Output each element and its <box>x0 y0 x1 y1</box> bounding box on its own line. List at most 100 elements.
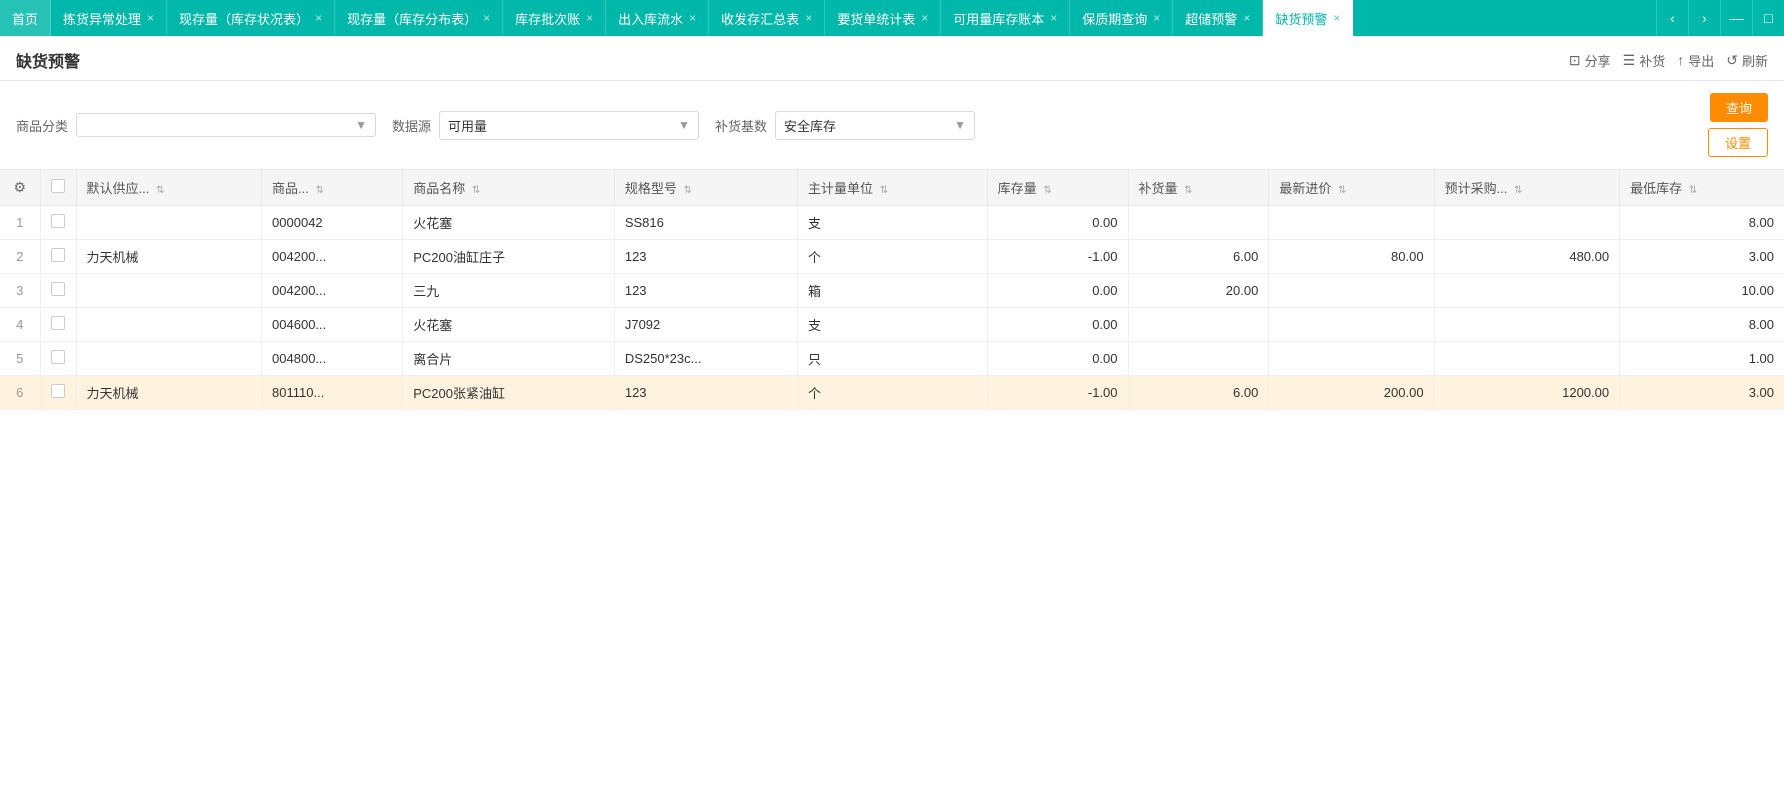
close-inout-flow-tab[interactable]: × <box>689 11 696 25</box>
table-wrapper: ⚙ 默认供应... ⇅ 商品... ⇅ 商品名称 ⇅ <box>0 170 1784 410</box>
row-checkbox-cell[interactable] <box>40 342 76 376</box>
row-index: 4 <box>0 308 40 342</box>
datasource-select-value: 可用量 <box>448 116 487 135</box>
table-row: 3 004200... 三九 123 箱 0.00 20.00 10.00 <box>0 274 1784 308</box>
close-order-stats-tab[interactable]: × <box>921 11 928 25</box>
column-stock[interactable]: 库存量 ⇅ <box>987 170 1128 206</box>
cell-stock: 0.00 <box>987 308 1128 342</box>
close-overstock-tab[interactable]: × <box>1243 11 1250 25</box>
tab-receive-summary[interactable]: 收发存汇总表 × <box>709 0 825 36</box>
share-button[interactable]: ⊡ 分享 <box>1569 51 1611 70</box>
tab-inventory-dist[interactable]: 现存量（库存分布表） × <box>335 0 503 36</box>
column-replenish[interactable]: 补货量 ⇅ <box>1128 170 1269 206</box>
cell-product-id: 004600... <box>262 308 403 342</box>
gear-icon: ⚙ <box>13 179 26 195</box>
row-checkbox-cell[interactable] <box>40 376 76 410</box>
minimize-button[interactable]: — <box>1720 0 1752 36</box>
row-index: 3 <box>0 274 40 308</box>
cell-unit: 箱 <box>798 274 988 308</box>
settings-button[interactable]: 设置 <box>1708 128 1768 157</box>
cell-min-stock: 3.00 <box>1620 240 1784 274</box>
main-content: 缺货预警 ⊡ 分享 ☰ 补货 ↑ 导出 ↺ 刷新 商品分类 <box>0 36 1784 796</box>
cell-unit: 个 <box>798 376 988 410</box>
tab-available-ledger[interactable]: 可用量库存账本 × <box>941 0 1070 36</box>
prev-tab-button[interactable]: ‹ <box>1656 0 1688 36</box>
column-latest-price[interactable]: 最新进价 ⇅ <box>1269 170 1434 206</box>
row-checkbox-cell[interactable] <box>40 206 76 240</box>
query-button[interactable]: 查询 <box>1710 93 1768 122</box>
close-receive-summary-tab[interactable]: × <box>805 11 812 25</box>
cell-supplier <box>76 342 262 376</box>
tab-shortage[interactable]: 缺货预警 × <box>1263 0 1353 36</box>
close-inventory-dist-tab[interactable]: × <box>483 11 490 25</box>
row-checkbox[interactable] <box>51 350 65 364</box>
row-checkbox-cell[interactable] <box>40 274 76 308</box>
cell-product-name: 离合片 <box>403 342 615 376</box>
tab-batch-account[interactable]: 库存批次账 × <box>503 0 606 36</box>
maximize-button[interactable]: □ <box>1752 0 1784 36</box>
cell-supplier <box>76 274 262 308</box>
row-checkbox[interactable] <box>51 282 65 296</box>
tab-inventory-status[interactable]: 现存量（库存状况表） × <box>167 0 335 36</box>
row-checkbox[interactable] <box>51 248 65 262</box>
next-tab-button[interactable]: › <box>1688 0 1720 36</box>
close-shortage-tab[interactable]: × <box>1333 11 1340 25</box>
sort-minstock-icon: ⇅ <box>1689 185 1697 196</box>
top-nav: 首页 拣货异常处理 × 现存量（库存状况表） × 现存量（库存分布表） × 库存… <box>0 0 1784 36</box>
table-row: 1 0000042 火花塞 SS816 支 0.00 8.00 <box>0 206 1784 240</box>
cell-supplier <box>76 206 262 240</box>
cell-latest-price <box>1269 274 1434 308</box>
export-button[interactable]: ↑ 导出 <box>1677 51 1714 70</box>
tab-home[interactable]: 首页 <box>0 0 51 36</box>
row-checkbox-cell[interactable] <box>40 240 76 274</box>
close-available-ledger-tab[interactable]: × <box>1050 11 1057 25</box>
cell-stock: 0.00 <box>987 274 1128 308</box>
replenish-button[interactable]: ☰ 补货 <box>1623 51 1666 70</box>
column-supplier[interactable]: 默认供应... ⇅ <box>76 170 262 206</box>
datasource-select[interactable]: 可用量 ▼ <box>439 111 699 140</box>
cell-min-stock: 10.00 <box>1620 274 1784 308</box>
column-min-stock[interactable]: 最低库存 ⇅ <box>1620 170 1784 206</box>
column-unit[interactable]: 主计量单位 ⇅ <box>798 170 988 206</box>
data-table: ⚙ 默认供应... ⇅ 商品... ⇅ 商品名称 ⇅ <box>0 170 1784 410</box>
cell-latest-price <box>1269 342 1434 376</box>
tab-exception[interactable]: 拣货异常处理 × <box>51 0 167 36</box>
tab-order-stats[interactable]: 要货单统计表 × <box>825 0 941 36</box>
category-select[interactable]: ▼ <box>76 113 376 137</box>
cell-stock: 0.00 <box>987 206 1128 240</box>
cell-estimated-purchase <box>1434 342 1620 376</box>
row-checkbox[interactable] <box>51 316 65 330</box>
row-index: 1 <box>0 206 40 240</box>
tab-expiry[interactable]: 保质期查询 × <box>1070 0 1173 36</box>
close-inventory-status-tab[interactable]: × <box>315 11 322 25</box>
row-index: 5 <box>0 342 40 376</box>
column-product-name[interactable]: 商品名称 ⇅ <box>403 170 615 206</box>
cell-latest-price <box>1269 206 1434 240</box>
close-expiry-tab[interactable]: × <box>1153 11 1160 25</box>
row-checkbox[interactable] <box>51 384 65 398</box>
column-estimated-purchase[interactable]: 预计采购... ⇅ <box>1434 170 1620 206</box>
row-checkbox[interactable] <box>51 214 65 228</box>
datasource-filter-group: 数据源 可用量 ▼ <box>392 111 699 140</box>
column-check-all[interactable] <box>40 170 76 206</box>
sort-stock-icon: ⇅ <box>1043 185 1051 196</box>
row-checkbox-cell[interactable] <box>40 308 76 342</box>
cell-estimated-purchase <box>1434 274 1620 308</box>
close-batch-account-tab[interactable]: × <box>586 11 593 25</box>
column-gear[interactable]: ⚙ <box>0 170 40 206</box>
refresh-button[interactable]: ↺ 刷新 <box>1726 51 1768 70</box>
check-all-checkbox[interactable] <box>51 179 65 193</box>
sort-unit-icon: ⇅ <box>880 185 888 196</box>
replenishbase-select[interactable]: 安全库存 ▼ <box>775 111 975 140</box>
filter-area: 商品分类 ▼ 数据源 可用量 ▼ 补货基数 安全库存 ▼ 查询 设置 <box>0 81 1784 170</box>
cell-supplier <box>76 308 262 342</box>
column-spec[interactable]: 规格型号 ⇅ <box>614 170 797 206</box>
tab-inout-flow[interactable]: 出入库流水 × <box>606 0 709 36</box>
tab-overstock[interactable]: 超储预警 × <box>1173 0 1263 36</box>
cell-product-name: 火花塞 <box>403 206 615 240</box>
table-row: 2 力天机械 004200... PC200油缸庄子 123 个 -1.00 6… <box>0 240 1784 274</box>
column-product-id[interactable]: 商品... ⇅ <box>262 170 403 206</box>
close-exception-tab[interactable]: × <box>147 11 154 25</box>
cell-spec: 123 <box>614 240 797 274</box>
page-title: 缺货预警 <box>16 48 80 72</box>
